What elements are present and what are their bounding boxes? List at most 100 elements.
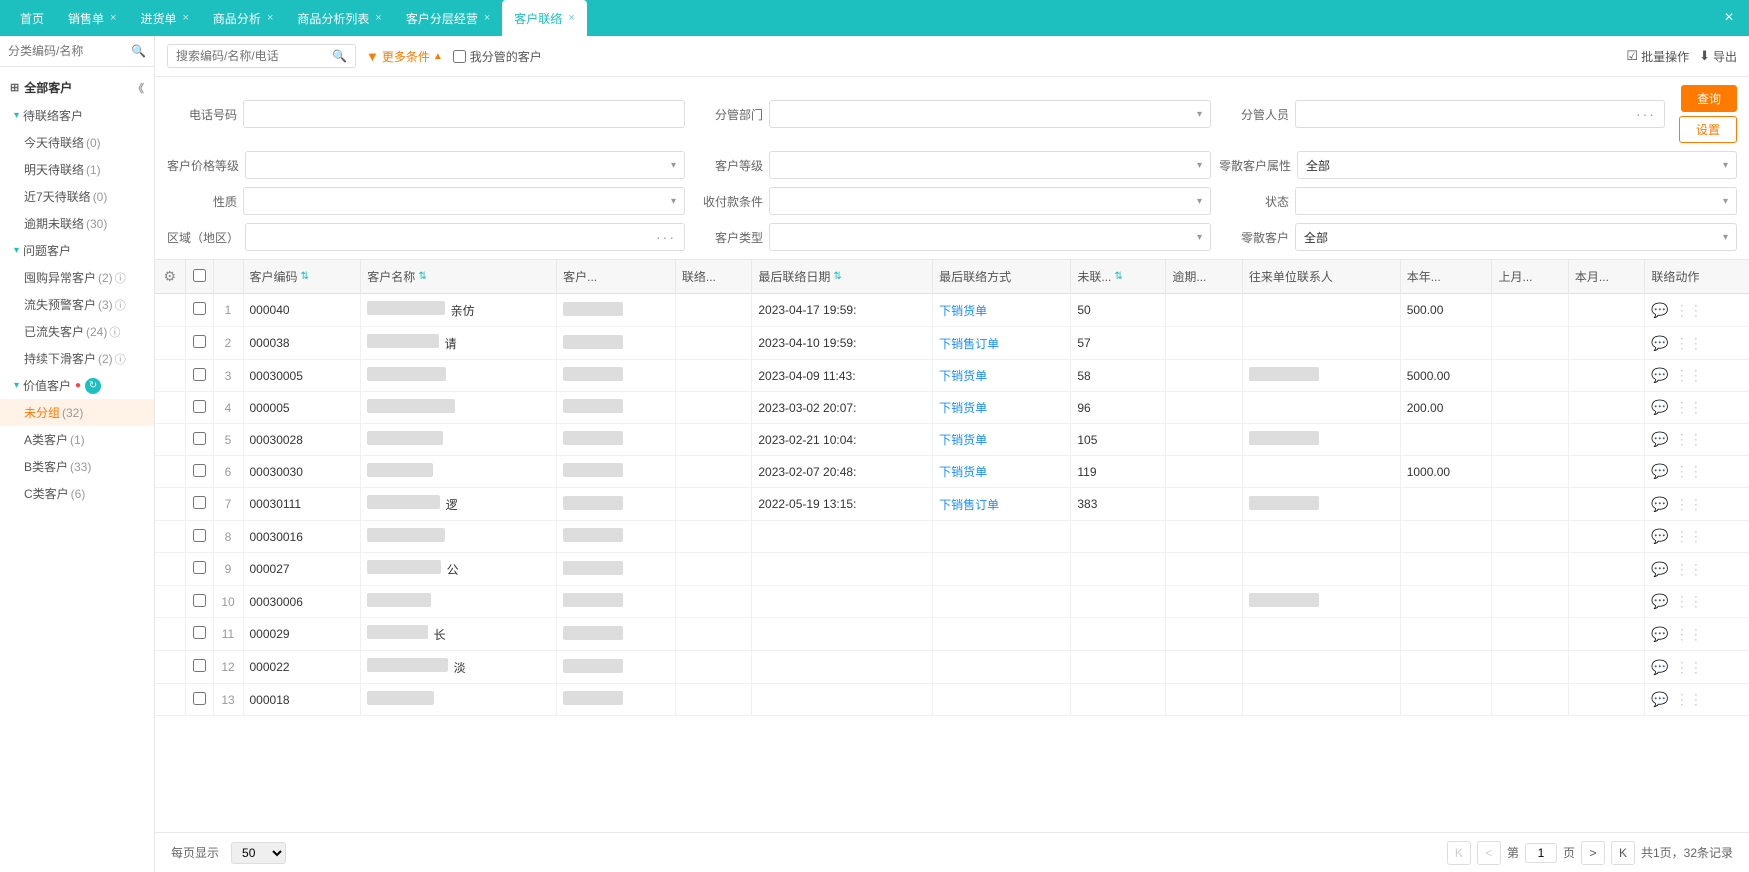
person-more-icon[interactable]: ··· <box>1636 106 1656 122</box>
sidebar-group-pending[interactable]: ▾ 待联络客户 <box>0 102 154 129</box>
customer-level-select[interactable]: ▾ <box>769 151 1211 179</box>
code-col-header[interactable]: 客户编码⇅ <box>243 260 361 294</box>
page-number-input[interactable] <box>1525 843 1557 863</box>
close-product-analysis-icon[interactable]: × <box>267 12 273 24</box>
row-checkbox-cell[interactable] <box>185 521 213 553</box>
nav-customer-segment[interactable]: 客户分层经营 × <box>394 0 502 36</box>
chat-icon[interactable]: 💬 <box>1651 367 1668 384</box>
sidebar-item-a-class[interactable]: A类客户(1) <box>0 426 154 453</box>
close-sales-icon[interactable]: × <box>110 12 116 24</box>
sidebar-group-problem[interactable]: ▾ 问题客户 <box>0 237 154 264</box>
row-last-method[interactable]: 下销售订单 <box>933 488 1071 521</box>
retail-attr-select[interactable]: 全部 ▾ <box>1297 151 1737 179</box>
row-last-method[interactable]: 下销售订单 <box>933 327 1071 360</box>
row-checkbox-cell[interactable] <box>185 488 213 521</box>
nav-sales[interactable]: 销售单 × <box>56 0 128 36</box>
settings-col-header[interactable]: ⚙ <box>155 260 185 294</box>
row-checkbox-cell[interactable] <box>185 684 213 716</box>
chat-icon[interactable]: 💬 <box>1651 496 1668 513</box>
more-action-icon[interactable]: ⋮⋮ <box>1675 561 1703 578</box>
sidebar-item-abnormal[interactable]: 囤购异常客户(2) ⓘ <box>0 264 154 291</box>
row-select-checkbox[interactable] <box>193 626 206 639</box>
next-page-btn[interactable]: > <box>1581 841 1605 865</box>
select-all-checkbox[interactable] <box>193 269 206 282</box>
last-page-btn[interactable]: K <box>1611 841 1635 865</box>
more-conditions-btn[interactable]: ▼ 更多条件 ▲ <box>366 48 443 65</box>
partner-contact-col-header[interactable]: 往来单位联系人 <box>1242 260 1400 294</box>
price-level-select[interactable]: ▾ <box>245 151 685 179</box>
nav-customer-contact[interactable]: 客户联络 × <box>502 0 586 36</box>
row-select-checkbox[interactable] <box>193 529 206 542</box>
sidebar-item-churn-warning[interactable]: 流失预警客户(3) ⓘ <box>0 291 154 318</box>
all-customers-header[interactable]: ⊞ 全部客户 《 <box>0 73 154 102</box>
row-checkbox-cell[interactable] <box>185 294 213 327</box>
row-last-method[interactable]: 下销货单 <box>933 360 1071 392</box>
row-checkbox-cell[interactable] <box>185 456 213 488</box>
row-checkbox-cell[interactable] <box>185 327 213 360</box>
days-no-contact-col-header[interactable]: 未联...⇅ <box>1071 260 1166 294</box>
sidebar-item-b-class[interactable]: B类客户(33) <box>0 453 154 480</box>
more-action-icon[interactable]: ⋮⋮ <box>1675 431 1703 448</box>
chat-icon[interactable]: 💬 <box>1651 626 1668 643</box>
gender-select[interactable]: ▾ <box>243 187 685 215</box>
close-customer-segment-icon[interactable]: × <box>484 12 490 24</box>
contact-col-header[interactable]: 联络... <box>675 260 751 294</box>
row-select-checkbox[interactable] <box>193 561 206 574</box>
chat-icon[interactable]: 💬 <box>1651 659 1668 676</box>
more-action-icon[interactable]: ⋮⋮ <box>1675 302 1703 319</box>
batch-ops-btn[interactable]: ☑ 批量操作 <box>1626 48 1689 65</box>
last-date-col-header[interactable]: 最后联络日期⇅ <box>752 260 933 294</box>
this-year-col-header[interactable]: 本年... <box>1400 260 1492 294</box>
sidebar-item-7days-pending[interactable]: 近7天待联络(0) <box>0 183 154 210</box>
row-checkbox-cell[interactable] <box>185 586 213 618</box>
region-more-icon[interactable]: ··· <box>656 229 676 245</box>
export-btn[interactable]: ⬇ 导出 <box>1699 48 1737 65</box>
nav-purchase[interactable]: 进货单 × <box>128 0 200 36</box>
close-purchase-icon[interactable]: × <box>182 12 188 24</box>
sidebar-item-overdue-pending[interactable]: 逾期未联络(30) <box>0 210 154 237</box>
person-select[interactable]: ··· <box>1295 100 1665 128</box>
chat-icon[interactable]: 💬 <box>1651 463 1668 480</box>
row-select-checkbox[interactable] <box>193 368 206 381</box>
more-action-icon[interactable]: ⋮⋮ <box>1675 626 1703 643</box>
sidebar-group-value[interactable]: ▾ 价值客户 ● ↻ <box>0 372 154 399</box>
sidebar-search-icon[interactable]: 🔍 <box>131 44 146 58</box>
sidebar-item-declining[interactable]: 持续下滑客户(2) ⓘ <box>0 345 154 372</box>
row-last-method[interactable]: 下销货单 <box>933 392 1071 424</box>
query-button[interactable]: 查询 <box>1681 85 1737 112</box>
row-checkbox-cell[interactable] <box>185 553 213 586</box>
last-method-link[interactable]: 下销货单 <box>939 401 987 415</box>
reset-button[interactable]: 设置 <box>1679 116 1737 143</box>
more-action-icon[interactable]: ⋮⋮ <box>1675 335 1703 352</box>
my-customers-check[interactable] <box>453 50 466 63</box>
more-action-icon[interactable]: ⋮⋮ <box>1675 463 1703 480</box>
row-select-checkbox[interactable] <box>193 335 206 348</box>
customer-type-select[interactable]: ▾ <box>769 223 1211 251</box>
chat-icon[interactable]: 💬 <box>1651 335 1668 352</box>
row-select-checkbox[interactable] <box>193 432 206 445</box>
row-select-checkbox[interactable] <box>193 464 206 477</box>
name-col-header[interactable]: 客户名称⇅ <box>361 260 557 294</box>
more-action-icon[interactable]: ⋮⋮ <box>1675 367 1703 384</box>
row-last-method[interactable]: 下销货单 <box>933 294 1071 327</box>
dept-select[interactable]: ▾ <box>769 100 1211 128</box>
row-select-checkbox[interactable] <box>193 496 206 509</box>
row-select-checkbox[interactable] <box>193 659 206 672</box>
last-method-link[interactable]: 下销货单 <box>939 369 987 383</box>
row-checkbox-cell[interactable] <box>185 360 213 392</box>
search-icon-main[interactable]: 🔍 <box>332 49 347 63</box>
last-method-link[interactable]: 下销货单 <box>939 465 987 479</box>
row-checkbox-cell[interactable] <box>185 618 213 651</box>
payment-select[interactable]: ▾ <box>769 187 1211 215</box>
more-action-icon[interactable]: ⋮⋮ <box>1675 399 1703 416</box>
status-select[interactable]: ▾ <box>1295 187 1737 215</box>
gear-icon[interactable]: ⚙ <box>163 268 176 284</box>
more-action-icon[interactable]: ⋮⋮ <box>1675 659 1703 676</box>
window-close-button[interactable]: × <box>1717 6 1741 30</box>
chat-icon[interactable]: 💬 <box>1651 302 1668 319</box>
row-select-checkbox[interactable] <box>193 302 206 315</box>
sidebar-search-input[interactable] <box>8 44 131 58</box>
close-customer-contact-icon[interactable]: × <box>568 12 574 24</box>
chat-icon[interactable]: 💬 <box>1651 691 1668 708</box>
phone-text-input[interactable] <box>252 107 676 121</box>
